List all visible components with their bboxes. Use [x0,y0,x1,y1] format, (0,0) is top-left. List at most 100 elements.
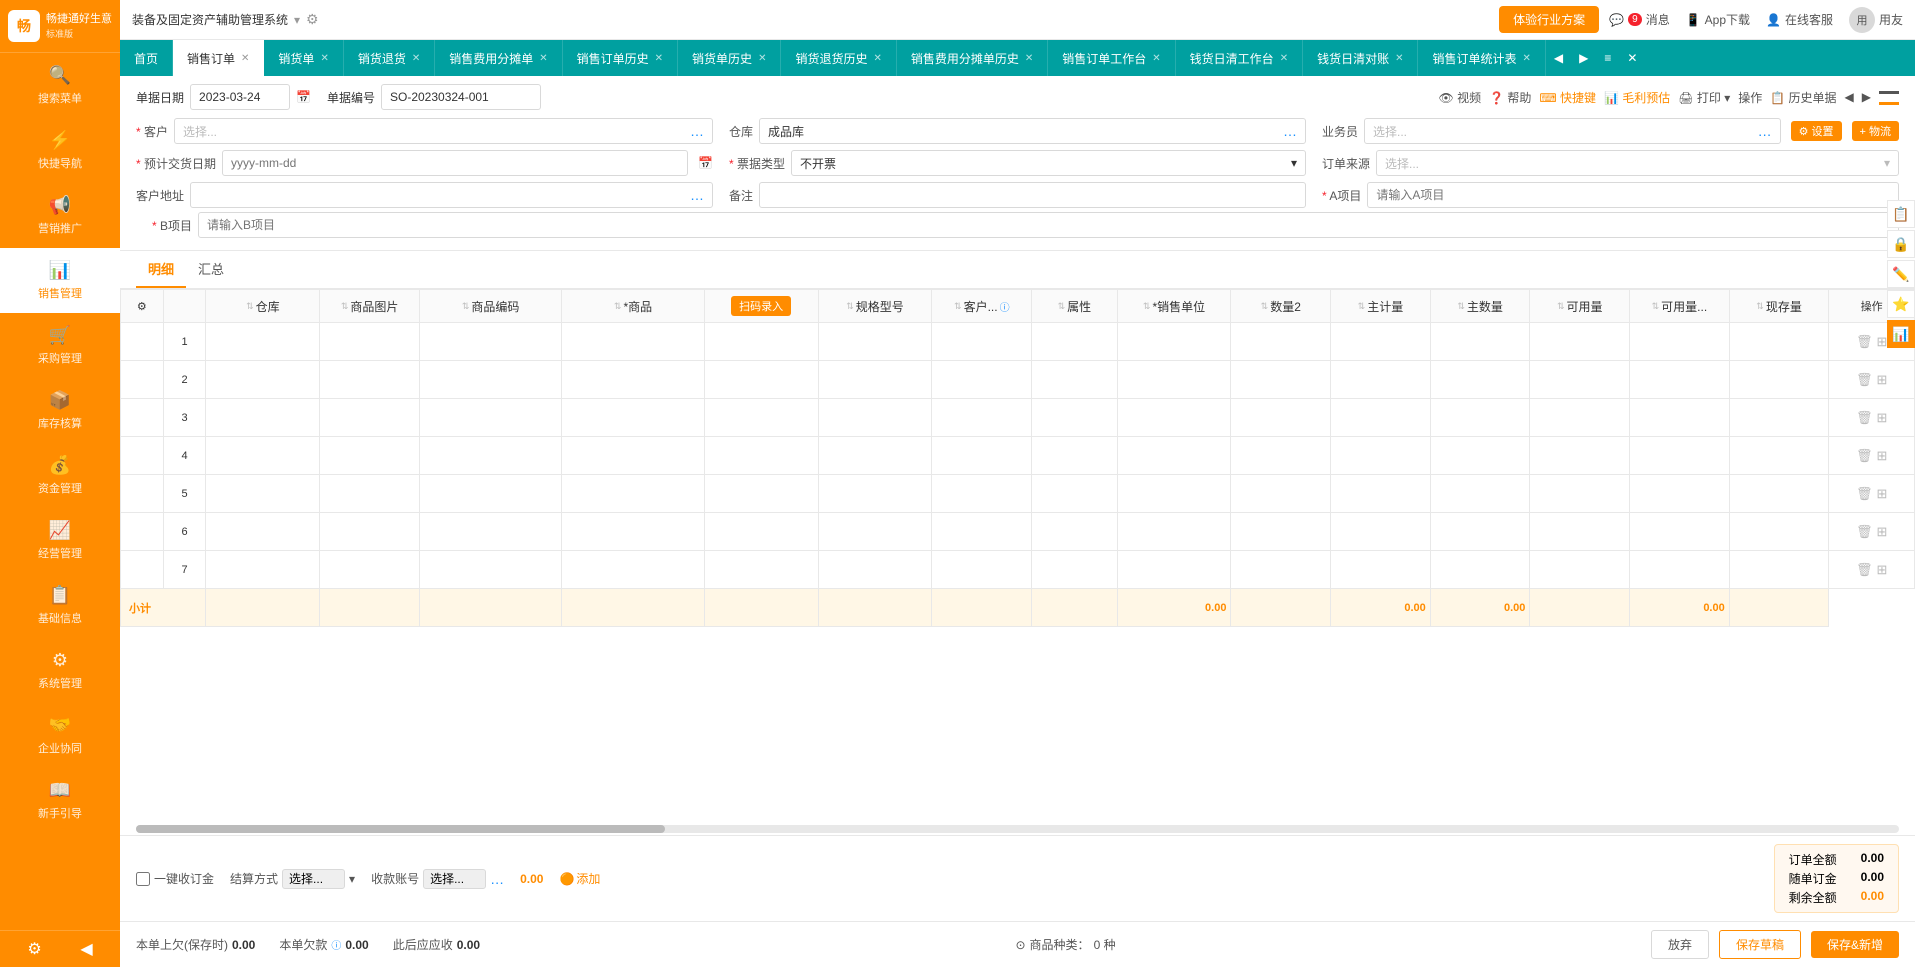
row-avail2[interactable] [1630,475,1730,513]
row-spec[interactable] [818,513,932,551]
tab-goods-history[interactable]: 销货单历史 ✕ [678,40,781,76]
row-customer-code[interactable] [932,475,1032,513]
app-download-item[interactable]: 📱 App下载 [1686,11,1750,28]
order-source-dropdown[interactable]: ▾ [1884,156,1890,170]
tab-close-icon[interactable]: ✕ [1025,53,1033,64]
row-code[interactable] [419,475,561,513]
row-customer-code[interactable] [932,551,1032,589]
sidebar-item-purchase[interactable]: 🛒 采购管理 [0,313,120,378]
row-avail2[interactable] [1630,513,1730,551]
sort-icon[interactable]: ⇅ [1756,301,1764,312]
row-qty2[interactable] [1231,513,1331,551]
row-attr[interactable] [1032,551,1117,589]
topbar-gear-icon[interactable]: ⚙ [306,11,319,28]
row-stock[interactable] [1729,551,1829,589]
tab-sales-order[interactable]: 销售订单 ✕ [173,40,264,76]
add-button[interactable]: 🟠 添加 [559,870,600,887]
tab-close-icon[interactable]: ✕ [412,53,420,64]
collapse-icon[interactable]: ◀ [80,939,92,959]
add-product-button[interactable]: + 物流 [1852,121,1899,141]
copy-icon[interactable]: ⊞ [1877,372,1888,388]
tab-close-icon[interactable]: ✕ [1395,53,1403,64]
row-avail2[interactable] [1630,437,1730,475]
invoice-dropdown-icon[interactable]: ▾ [1291,156,1297,170]
row-scan[interactable] [704,361,818,399]
row-avail2[interactable] [1630,361,1730,399]
solution-button[interactable]: 体验行业方案 [1499,6,1599,33]
row-code[interactable] [419,399,561,437]
th-stock[interactable]: ⇅现存量 [1729,290,1829,323]
calendar-icon[interactable]: 📅 [296,90,311,104]
th-product[interactable]: ⇅*商品 [562,290,704,323]
next-record-icon[interactable]: ▶ [1862,90,1871,104]
delivery-input[interactable] [222,150,688,176]
delivery-calendar-icon[interactable]: 📅 [698,156,713,170]
row-customer-code[interactable] [932,437,1032,475]
history-action[interactable]: 📋 历史单据 [1770,89,1836,106]
view-toggle-icon[interactable]: ▬▬ ▬▬ [1879,86,1899,108]
tab-close-icon[interactable]: ✕ [1152,53,1160,64]
account-select[interactable]: 选择... [423,869,486,889]
settings-icon[interactable]: ⚙ [27,939,41,959]
tab-order-history[interactable]: 销售订单历史 ✕ [563,40,678,76]
row-scan[interactable] [704,437,818,475]
row-product[interactable] [562,513,704,551]
row-warehouse[interactable] [206,475,320,513]
order-source-input[interactable]: 选择... ▾ [1376,150,1899,176]
scan-button[interactable]: 扫码录入 [731,296,791,316]
row-qty2[interactable] [1231,361,1331,399]
view-action[interactable]: 👁 视频 [1439,89,1482,106]
row-stock[interactable] [1729,513,1829,551]
tab-cash-reconcile[interactable]: 钱货日清对账 ✕ [1303,40,1418,76]
row-main-qty[interactable] [1430,361,1530,399]
user-item[interactable]: 用 用友 [1849,7,1903,33]
row-main-qty[interactable] [1430,323,1530,361]
sidebar-item-quick[interactable]: ⚡ 快捷导航 [0,118,120,183]
account-more-icon[interactable]: … [490,871,504,887]
tab-close-icon[interactable]: ✕ [758,53,766,64]
row-main-unit[interactable] [1331,361,1431,399]
tab-prev-nav[interactable]: ◀ [1546,40,1571,76]
payment-select[interactable]: 选择... [282,869,345,889]
th-qty2[interactable]: ⇅数量2 [1231,290,1331,323]
sidebar-item-marketing[interactable]: 📢 营销推广 [0,183,120,248]
tab-expense-split[interactable]: 销售费用分摊单 ✕ [435,40,562,76]
sidebar-item-search[interactable]: 🔍 搜索菜单 [0,53,120,118]
sidebar-item-sales[interactable]: 📊 销售管理 [0,248,120,313]
sidebar-item-finance[interactable]: 💰 资金管理 [0,443,120,508]
delete-icon[interactable]: 🗑 [1856,524,1873,540]
row-scan[interactable] [704,513,818,551]
th-code[interactable]: ⇅商品编码 [419,290,561,323]
sort-icon[interactable]: ⇅ [1652,301,1660,312]
tab-close-icon[interactable]: ✕ [1523,53,1531,64]
row-main-unit[interactable] [1331,475,1431,513]
row-unit[interactable] [1117,361,1231,399]
row-spec[interactable] [818,361,932,399]
save-button[interactable]: 保存&新增 [1811,931,1899,958]
row-product[interactable] [562,399,704,437]
row-scan[interactable] [704,399,818,437]
th-scan[interactable]: 扫码录入 [704,290,818,323]
row-image[interactable] [320,361,420,399]
row-avail[interactable] [1530,361,1630,399]
row-stock[interactable] [1729,475,1829,513]
warehouse-more-icon[interactable]: … [1283,123,1297,139]
side-btn-1[interactable]: 📋 [1887,200,1915,228]
tab-sales-return[interactable]: 销货退货 ✕ [344,40,435,76]
sort-icon[interactable]: ⇅ [1143,301,1151,312]
th-unit[interactable]: ⇅*销售单位 [1117,290,1231,323]
row-avail[interactable] [1530,475,1630,513]
delete-icon[interactable]: 🗑 [1856,486,1873,502]
discard-button[interactable]: 放弃 [1651,930,1709,959]
settings-button[interactable]: ⚙ 设置 [1791,121,1842,141]
tab-close-icon[interactable]: ✕ [320,53,328,64]
th-main-unit[interactable]: ⇅主计量 [1331,290,1431,323]
tab-order-workbench[interactable]: 销售订单工作台 ✕ [1048,40,1175,76]
copy-icon[interactable]: ⊞ [1877,448,1888,464]
row-customer-code[interactable] [932,361,1032,399]
delete-icon[interactable]: 🗑 [1856,562,1873,578]
sidebar-item-basic[interactable]: 📋 基础信息 [0,573,120,638]
row-avail2[interactable] [1630,323,1730,361]
row-attr[interactable] [1032,361,1117,399]
row-avail[interactable] [1530,399,1630,437]
